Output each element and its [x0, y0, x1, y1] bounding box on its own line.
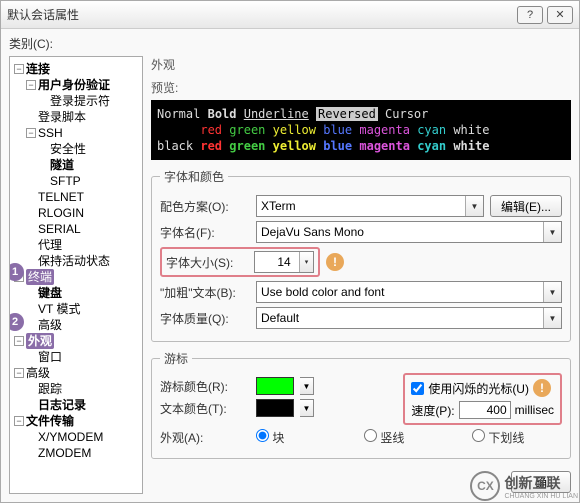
section-title: 外观: [151, 56, 571, 73]
category-tree[interactable]: 1 2 −连接 −用户身份验证 登录提示符 登录脚本 −SSH 安全性: [9, 56, 143, 494]
tree-proxy[interactable]: 代理: [26, 237, 140, 253]
boldtext-combo[interactable]: Use bold color and font▼: [256, 281, 562, 303]
preview-label: 预览:: [151, 79, 571, 96]
tree-keepalive[interactable]: 保持活动状态: [26, 253, 140, 269]
tree-loginscript[interactable]: 登录脚本: [26, 109, 140, 125]
boldtext-label: "加粗"文本(B):: [160, 284, 250, 301]
fontname-combo[interactable]: DejaVu Sans Mono▼: [256, 221, 562, 243]
tree-serial[interactable]: SERIAL: [26, 221, 140, 237]
scheme-combo[interactable]: XTerm▼: [256, 195, 484, 217]
chevron-down-icon[interactable]: ▼: [543, 308, 561, 328]
fontsize-spinner[interactable]: 14▾: [254, 251, 314, 273]
tree-vtmode[interactable]: VT 模式: [26, 301, 140, 317]
collapse-icon[interactable]: −: [14, 336, 24, 346]
tree-terminal[interactable]: −终端: [14, 269, 140, 285]
warning-icon: !: [326, 253, 344, 271]
chevron-down-icon[interactable]: ▼: [465, 196, 483, 216]
tree-trace[interactable]: 跟踪: [26, 381, 140, 397]
shape-label: 外观(A):: [160, 429, 250, 446]
help-button[interactable]: ?: [517, 6, 543, 24]
fontsize-label: 字体大小(S):: [166, 254, 248, 271]
fontname-label: 字体名(F):: [160, 224, 250, 241]
cursorcolor-swatch[interactable]: [256, 377, 294, 395]
scheme-label: 配色方案(O):: [160, 198, 250, 215]
edit-scheme-button[interactable]: 编辑(E)...: [490, 195, 562, 217]
quality-label: 字体质量(Q):: [160, 310, 250, 327]
collapse-icon[interactable]: −: [26, 80, 36, 90]
tree-keyboard[interactable]: 键盘: [26, 285, 140, 301]
shape-vertical-radio[interactable]: 竖线: [364, 429, 454, 446]
collapse-icon[interactable]: −: [14, 368, 24, 378]
tree-window[interactable]: 窗口: [26, 349, 140, 365]
tree-advanced[interactable]: −高级: [14, 365, 140, 381]
preview-box: Normal Bold Underline Reversed Cursor re…: [151, 100, 571, 160]
collapse-icon[interactable]: −: [26, 128, 36, 138]
shape-block-radio[interactable]: 块: [256, 429, 346, 446]
titlebar: 默认会话属性 ? ✕: [1, 1, 579, 29]
cursor-group: 游标 游标颜色(R): ▼ 文本颜色(T): ▼: [151, 350, 571, 459]
watermark: CX 创新互联 CHUANG XIN HU LIAN: [470, 471, 578, 501]
tree-zmodem[interactable]: ZMODEM: [26, 445, 140, 461]
tree-auth[interactable]: −用户身份验证: [26, 77, 140, 93]
tree-tunnel[interactable]: 隧道: [38, 157, 140, 173]
tree-connection[interactable]: −连接: [14, 61, 140, 77]
tree-appearance[interactable]: −外观: [14, 333, 140, 349]
speed-unit: millisec: [515, 403, 554, 417]
tree-sftp[interactable]: SFTP: [38, 173, 140, 189]
shape-underline-radio[interactable]: 下划线: [472, 429, 562, 446]
tree-filetransfer[interactable]: −文件传输: [14, 413, 140, 429]
speed-input[interactable]: [459, 401, 511, 419]
tree-loginprompt[interactable]: 登录提示符: [38, 93, 140, 109]
chevron-down-icon[interactable]: ▼: [300, 377, 314, 395]
watermark-logo: CX: [470, 471, 500, 501]
chevron-down-icon[interactable]: ▼: [300, 399, 314, 417]
tree-telnet[interactable]: TELNET: [26, 189, 140, 205]
tree-adv[interactable]: 高级: [26, 317, 140, 333]
tree-rlogin[interactable]: RLOGIN: [26, 205, 140, 221]
tree-xymodem[interactable]: X/YMODEM: [26, 429, 140, 445]
textcolor-label: 文本颜色(T):: [160, 400, 250, 417]
fonts-colors-group: 字体和颜色 配色方案(O): XTerm▼ 编辑(E)... 字体名(F): D…: [151, 168, 571, 342]
chevron-down-icon[interactable]: ▼: [543, 282, 561, 302]
tree-logging[interactable]: 日志记录: [26, 397, 140, 413]
cursorcolor-label: 游标颜色(R):: [160, 378, 250, 395]
tree-security[interactable]: 安全性: [38, 141, 140, 157]
collapse-icon[interactable]: −: [14, 64, 24, 74]
chevron-down-icon[interactable]: ▼: [543, 222, 561, 242]
close-button[interactable]: ✕: [547, 6, 573, 24]
blink-checkbox[interactable]: [411, 382, 424, 395]
warning-icon: !: [533, 379, 551, 397]
quality-combo[interactable]: Default▼: [256, 307, 562, 329]
textcolor-swatch[interactable]: [256, 399, 294, 417]
blink-label: 使用闪烁的光标(U): [428, 380, 529, 397]
window-title: 默认会话属性: [7, 6, 517, 23]
speed-label: 速度(P):: [411, 402, 454, 419]
collapse-icon[interactable]: −: [14, 416, 24, 426]
spinner-arrows-icon[interactable]: ▾: [299, 252, 313, 272]
tree-ssh[interactable]: −SSH: [26, 125, 140, 141]
category-label: 类别(C):: [9, 35, 571, 52]
